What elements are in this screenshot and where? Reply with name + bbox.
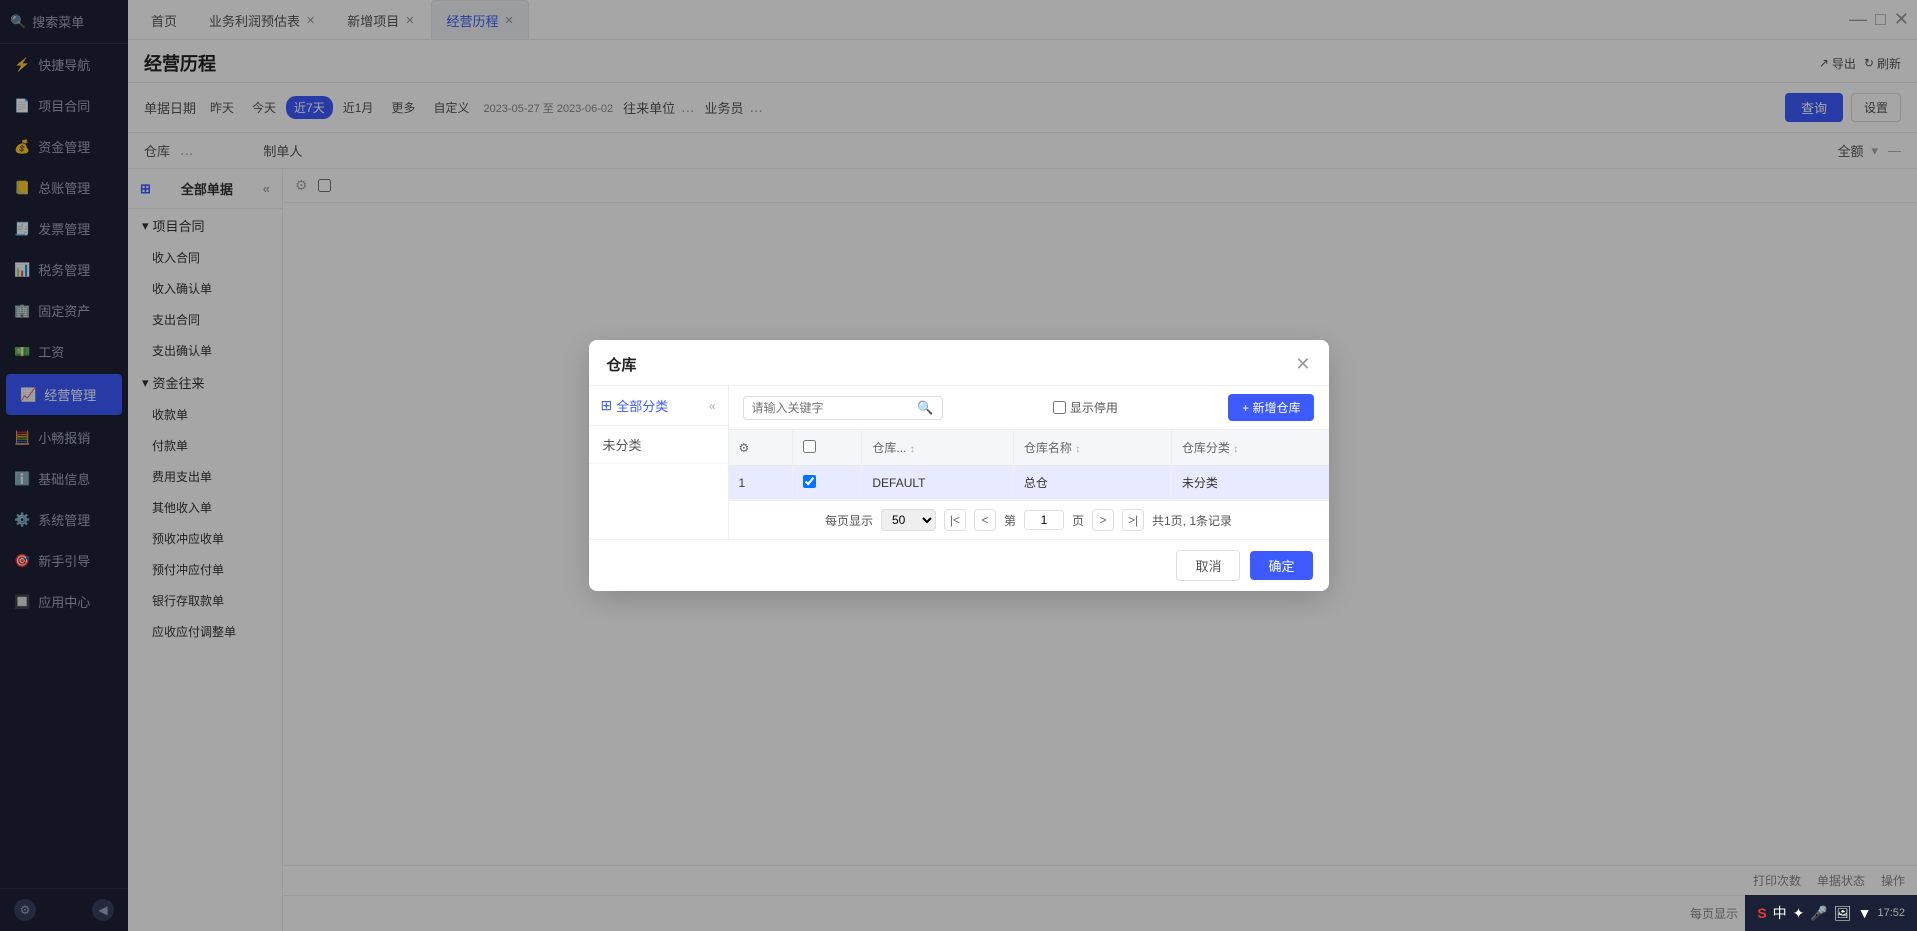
row-name: 总仓 [1013,466,1171,500]
row-checkbox[interactable] [792,466,861,500]
sys-icon-5[interactable]: ▼ [1858,905,1872,921]
row-select-checkbox[interactable] [803,475,816,488]
all-categories-icon: ⊞ [601,397,613,414]
prev-page-button[interactable]: < [974,509,996,531]
first-page-button[interactable]: |< [944,509,966,531]
col-name-header: 仓库名称 ↕ [1013,430,1171,466]
col-checkbox-header[interactable] [792,430,861,466]
show-disabled-text: 显示停用 [1070,399,1118,416]
search-icon: 🔍 [917,400,933,416]
sys-logo: S [1757,905,1766,921]
modal-overlay[interactable]: 仓库 ✕ ⊞ 全部分类 « 未分类 🔍 [0,0,1917,931]
modal-actions: 取消 确定 [589,539,1329,591]
page-number-input[interactable] [1024,510,1064,530]
per-page-label: 每页显示 [825,512,873,529]
modal-per-page-select[interactable]: 50 100 [881,509,936,531]
modal-header: 仓库 ✕ [589,340,1329,386]
col-category-label: 仓库分类 [1182,441,1230,455]
col-name-label: 仓库名称 [1024,441,1072,455]
table-row[interactable]: 1 DEFAULT 总仓 未分类 [729,466,1329,500]
page-label: 第 [1004,512,1016,529]
sort-icon[interactable]: ↕ [1233,444,1238,455]
system-time: 17:52 [1877,907,1905,919]
modal-main: 🔍 显示停用 + 新增仓库 ⚙ [729,386,1329,539]
confirm-button[interactable]: 确定 [1250,551,1312,580]
modal-body: ⊞ 全部分类 « 未分类 🔍 显示停用 [589,386,1329,539]
col-category-header: 仓库分类 ↕ [1171,430,1328,466]
modal-sidebar: ⊞ 全部分类 « 未分类 [589,386,729,539]
search-box: 🔍 [743,396,943,420]
modal-pagination: 每页显示 50 100 |< < 第 页 > >| 共1页, 1条记录 [729,500,1329,539]
sys-icon-1[interactable]: 中 [1773,903,1787,923]
row-category: 未分类 [1171,466,1328,500]
warehouse-modal: 仓库 ✕ ⊞ 全部分类 « 未分类 🔍 [589,340,1329,591]
add-warehouse-button[interactable]: + 新增仓库 [1228,394,1314,421]
modal-sidebar-collapse-icon[interactable]: « [709,399,716,413]
cancel-button[interactable]: 取消 [1176,550,1240,581]
sys-icon-4[interactable]: 🖼 [1834,905,1852,922]
col-code-label: 仓库... [872,441,906,455]
sort-icon[interactable]: ↕ [910,444,915,455]
row-code: DEFAULT [862,466,1013,500]
select-all-modal-checkbox[interactable] [803,440,816,453]
col-code-header: 仓库... ↕ [862,430,1013,466]
modal-close-button[interactable]: ✕ [1295,354,1310,375]
sort-icon[interactable]: ↕ [1075,444,1080,455]
last-page-button[interactable]: >| [1122,509,1144,531]
modal-title: 仓库 [607,354,637,375]
next-page-button[interactable]: > [1092,509,1114,531]
show-disabled-label[interactable]: 显示停用 [1053,399,1118,416]
total-records: 共1页, 1条记录 [1152,512,1232,529]
page-suffix: 页 [1072,512,1084,529]
modal-toolbar: 🔍 显示停用 + 新增仓库 [729,386,1329,430]
search-input[interactable] [752,401,914,415]
sys-icon-2[interactable]: ✦ [1793,905,1805,922]
modal-sidebar-header: ⊞ 全部分类 « [589,386,728,426]
modal-sidebar-uncategorized[interactable]: 未分类 [589,426,728,464]
col-settings[interactable]: ⚙ [729,430,793,466]
all-categories-label[interactable]: 全部分类 [616,396,668,415]
row-index: 1 [729,466,793,500]
system-tray: S 中 ✦ 🎤 🖼 ▼ 17:52 [1745,895,1917,931]
sys-icon-3[interactable]: 🎤 [1810,905,1827,922]
show-disabled-checkbox[interactable] [1053,401,1066,414]
modal-table: ⚙ 仓库... ↕ 仓库名称 ↕ [729,430,1329,500]
